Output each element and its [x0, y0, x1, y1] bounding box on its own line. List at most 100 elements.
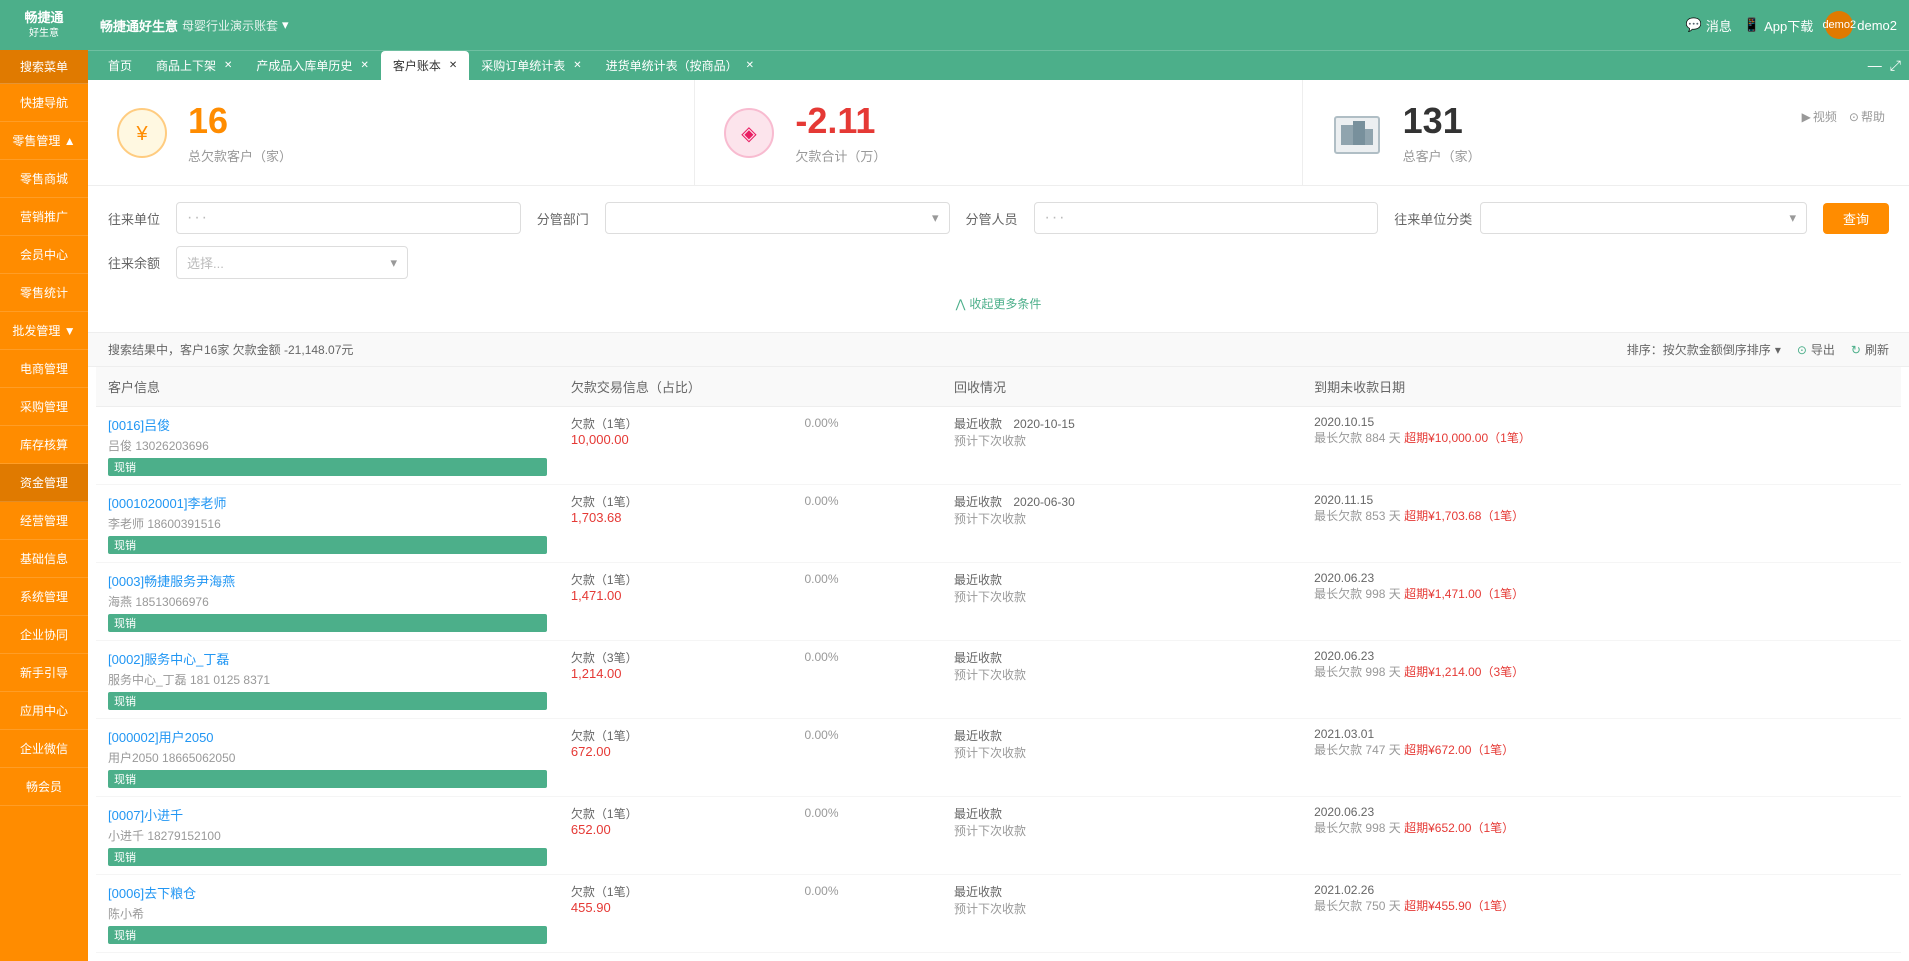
sidebar-item-marketing[interactable]: 营销推广	[0, 198, 88, 236]
tab-home[interactable]: 首页	[96, 51, 144, 80]
sidebar-item-enterprise[interactable]: 企业协同	[0, 616, 88, 654]
debt-amount-5[interactable]: 652.00	[571, 822, 781, 837]
customer-name-6[interactable]: [0006]去下粮仓	[108, 883, 547, 902]
stat-total-customers: 131 总客户（家） ▶ 视频 ⊙ 帮助	[1303, 80, 1909, 185]
customer-tag-6: 现销	[108, 926, 547, 944]
customer-name-0[interactable]: [0016]吕俊	[108, 415, 547, 434]
overdue-link-3[interactable]: 超期¥1,214.00（3笔）	[1404, 665, 1524, 679]
stat-amount-number: -2.11	[795, 100, 1277, 142]
cell-customer-1: [0001020001]李老师 李老师 18600391516 现销	[96, 485, 559, 563]
customer-name-5[interactable]: [0007]小进千	[108, 805, 547, 824]
tab-customer-ledger[interactable]: 客户账本 ✕	[381, 51, 469, 80]
refresh-btn[interactable]: ↻ 刷新	[1851, 341, 1889, 358]
customer-name-3[interactable]: [0002]服务中心_丁磊	[108, 649, 547, 668]
cell-debt-pct-6: 0.00%	[792, 875, 942, 953]
debt-amount-2[interactable]: 1,471.00	[571, 588, 781, 603]
tab-expand[interactable]: ⤢	[1890, 57, 1901, 74]
debt-amount-0[interactable]: 10,000.00	[571, 432, 781, 447]
next-payment-3: 预计下次收款	[954, 666, 1290, 683]
tab-product-listing-close[interactable]: ✕	[224, 60, 232, 71]
filter-balance-input[interactable]: 选择... ▾	[176, 246, 408, 279]
col-collection: 回收情况	[942, 367, 1302, 407]
tabs-bar: 首页 商品上下架 ✕ 产成品入库单历史 ✕ 客户账本 ✕ 采购订单统计表 ✕ 进…	[88, 50, 1909, 80]
overdue-link-6[interactable]: 超期¥455.90（1笔）	[1404, 899, 1514, 913]
filter-balance-arrow: ▾	[390, 255, 397, 271]
message-btn[interactable]: 💬 消息	[1686, 16, 1732, 35]
overdue-days-4: 最长欠款 747 天 超期¥672.00（1笔）	[1314, 741, 1889, 758]
filter-source-unit-label: 往来单位	[108, 209, 168, 228]
overdue-link-4[interactable]: 超期¥672.00（1笔）	[1404, 743, 1514, 757]
overdue-days-6: 最长欠款 750 天 超期¥455.90（1笔）	[1314, 897, 1889, 914]
stat-total-number: 131	[1403, 100, 1786, 142]
filter-manager-input[interactable]: ···	[1034, 202, 1379, 234]
sidebar-item-retail-mgmt[interactable]: 零售管理 ▲	[0, 122, 88, 160]
cell-customer-0: [0016]吕俊 吕俊 13026203696 现销	[96, 407, 559, 485]
user-avatar-btn[interactable]: demo2 demo2	[1825, 11, 1897, 39]
cell-due-6: 2021.02.26 最长欠款 750 天 超期¥455.90（1笔）	[1302, 875, 1901, 953]
last-payment-1: 最近收款 2020-06-30	[954, 493, 1290, 510]
debt-label-6: 欠款（1笔）	[571, 883, 781, 900]
sidebar-item-apps[interactable]: 应用中心	[0, 692, 88, 730]
tab-import-stats[interactable]: 进货单统计表（按商品） ✕	[594, 51, 766, 80]
filter-source-unit-input[interactable]: ···	[176, 202, 521, 234]
sidebar-item-retail-stats[interactable]: 零售统计	[0, 274, 88, 312]
tab-import-stats-close[interactable]: ✕	[746, 60, 754, 71]
dropdown-icon[interactable]: ▾	[282, 17, 289, 33]
table-row: [0007]小进千 小进千 18279152100 现销 欠款（1笔） 652.…	[96, 797, 1901, 875]
sidebar-item-member[interactable]: 会员中心	[0, 236, 88, 274]
brand-name: 畅捷通好生意	[100, 16, 178, 35]
tab-customer-ledger-close[interactable]: ✕	[449, 60, 457, 71]
sidebar-item-search[interactable]: 搜索菜单	[0, 50, 88, 84]
sidebar-item-finance[interactable]: 资金管理	[0, 464, 88, 502]
export-btn[interactable]: ⊙ 导出	[1797, 341, 1835, 358]
sidebar: 畅捷通 好生意 搜索菜单 快捷导航 零售管理 ▲ 零售商城 营销推广 会员中心 …	[0, 0, 88, 961]
filter-manager-dots: ···	[1045, 209, 1067, 227]
debt-amount-3[interactable]: 1,214.00	[571, 666, 781, 681]
debt-amount-1[interactable]: 1,703.68	[571, 510, 781, 525]
overdue-link-0[interactable]: 超期¥10,000.00（1笔）	[1404, 431, 1531, 445]
refresh-icon: ↻	[1851, 343, 1861, 357]
data-table: 客户信息 欠款交易信息（占比） 回收情况 到期未收款日期 [0016]吕俊 吕俊…	[96, 367, 1901, 961]
tab-minimize[interactable]: —	[1868, 57, 1882, 74]
tab-purchase-stats[interactable]: 采购订单统计表 ✕	[469, 51, 593, 80]
help-btn[interactable]: ⊙ 帮助	[1849, 108, 1885, 125]
overdue-link-1[interactable]: 超期¥1,703.68（1笔）	[1404, 509, 1524, 523]
sidebar-item-wholesale[interactable]: 批发管理 ▼	[0, 312, 88, 350]
sidebar-item-inventory[interactable]: 库存核算	[0, 426, 88, 464]
filter-dept-input[interactable]: ▾	[605, 202, 950, 234]
customer-name-1[interactable]: [0001020001]李老师	[108, 493, 547, 512]
debt-amount-6[interactable]: 455.90	[571, 900, 781, 915]
sidebar-item-newbie[interactable]: 新手引导	[0, 654, 88, 692]
app-icon: 📱	[1744, 17, 1760, 33]
filter-unit-class-input[interactable]: ▾	[1480, 202, 1807, 234]
sidebar-item-purchase[interactable]: 采购管理	[0, 388, 88, 426]
sort-dropdown[interactable]: 排序：按欠款金额倒序排序 ▾	[1627, 341, 1781, 358]
logo: 畅捷通 好生意	[0, 0, 88, 50]
sidebar-item-retail-mall[interactable]: 零售商城	[0, 160, 88, 198]
view-video-btn[interactable]: ▶ 视频	[1802, 108, 1837, 125]
tab-purchase-stats-close[interactable]: ✕	[573, 60, 581, 71]
overdue-link-2[interactable]: 超期¥1,471.00（1笔）	[1404, 587, 1524, 601]
sidebar-item-system[interactable]: 系统管理	[0, 578, 88, 616]
customer-name-2[interactable]: [0003]畅捷服务尹海燕	[108, 571, 547, 590]
overdue-link-5[interactable]: 超期¥652.00（1笔）	[1404, 821, 1514, 835]
sidebar-item-member2[interactable]: 畅会员	[0, 768, 88, 806]
stat-amount-info: -2.11 欠款合计（万）	[795, 100, 1277, 165]
app-download-btn[interactable]: 📱 App下载	[1744, 16, 1813, 35]
sidebar-item-basic-info[interactable]: 基础信息	[0, 540, 88, 578]
tab-product-history[interactable]: 产成品入库单历史 ✕	[244, 51, 380, 80]
sidebar-item-operations[interactable]: 经营管理	[0, 502, 88, 540]
tab-product-listing[interactable]: 商品上下架 ✕	[144, 51, 244, 80]
due-date-6: 2021.02.26	[1314, 883, 1889, 897]
tab-product-history-close[interactable]: ✕	[360, 60, 368, 71]
table-row: [000001]黄思源 黄思源 13552700226 现销 欠款（1笔） 42…	[96, 953, 1901, 961]
customer-name-4[interactable]: [000002]用户2050	[108, 727, 547, 746]
sidebar-item-wechat[interactable]: 企业微信	[0, 730, 88, 768]
top-bar-right: 💬 消息 📱 App下载 demo2 demo2	[1686, 11, 1897, 39]
debt-amount-4[interactable]: 672.00	[571, 744, 781, 759]
sidebar-item-ecommerce[interactable]: 电商管理	[0, 350, 88, 388]
query-button[interactable]: 查询	[1823, 203, 1889, 234]
collapse-btn[interactable]: ⋀ 收起更多条件	[108, 291, 1889, 316]
filter-balance-label: 往来余额	[108, 253, 168, 272]
sidebar-item-quick-nav[interactable]: 快捷导航	[0, 84, 88, 122]
